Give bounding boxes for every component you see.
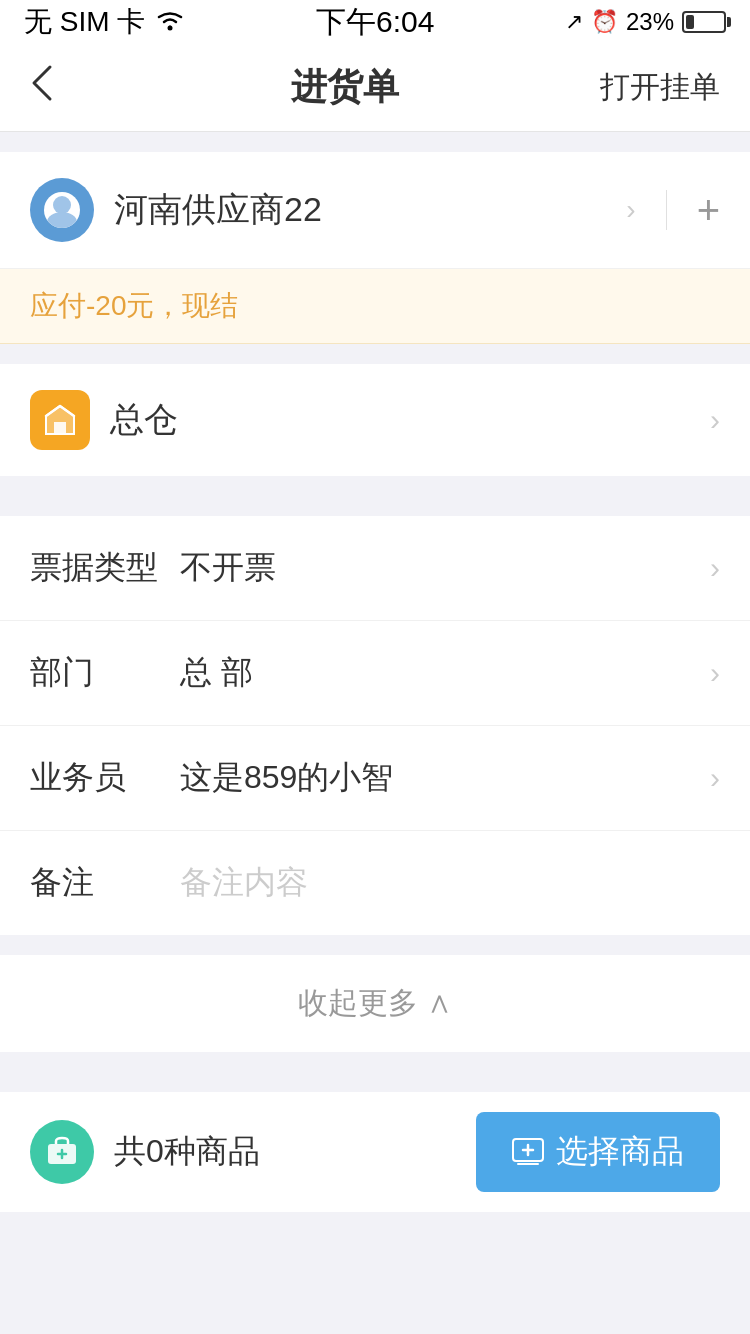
salesperson-label: 业务员 bbox=[30, 756, 160, 800]
department-row[interactable]: 部门 总 部 › bbox=[0, 621, 750, 726]
department-value: 总 部 bbox=[160, 651, 710, 695]
section-gap-2 bbox=[0, 344, 750, 364]
supplier-avatar bbox=[30, 178, 94, 242]
status-right: ↗ ⏰ 23% bbox=[565, 8, 726, 36]
status-left: 无 SIM 卡 bbox=[24, 3, 185, 41]
salesperson-arrow-icon: › bbox=[710, 761, 720, 795]
section-gap-4 bbox=[0, 1052, 750, 1072]
invoice-type-arrow-icon: › bbox=[710, 551, 720, 585]
notice-row: 应付-20元，现结 bbox=[0, 269, 750, 344]
battery-percent: 23% bbox=[626, 8, 674, 36]
warehouse-icon bbox=[30, 390, 90, 450]
notice-text: 应付-20元，现结 bbox=[30, 290, 238, 321]
product-icon bbox=[30, 1120, 94, 1184]
select-product-label: 选择商品 bbox=[556, 1130, 684, 1174]
form-section: 票据类型 不开票 › 部门 总 部 › 业务员 这是859的小智 › 备注 备注… bbox=[0, 516, 750, 935]
invoice-type-row[interactable]: 票据类型 不开票 › bbox=[0, 516, 750, 621]
carrier-label: 无 SIM 卡 bbox=[24, 3, 145, 41]
alarm-icon: ⏰ bbox=[591, 9, 618, 35]
warehouse-row[interactable]: 总仓 › bbox=[0, 364, 750, 476]
svg-point-0 bbox=[168, 26, 173, 31]
warehouse-section: 总仓 › bbox=[0, 364, 750, 476]
supplier-divider bbox=[666, 190, 667, 230]
location-icon: ↗ bbox=[565, 9, 583, 35]
main-content: 河南供应商22 › + 应付-20元，现结 总仓 › bbox=[0, 132, 750, 1334]
remark-row[interactable]: 备注 备注内容 bbox=[0, 831, 750, 935]
open-pending-button[interactable]: 打开挂单 bbox=[600, 67, 720, 108]
department-arrow-icon: › bbox=[710, 656, 720, 690]
battery-icon bbox=[682, 11, 726, 33]
page-title: 进货单 bbox=[291, 63, 399, 112]
warehouse-arrow-icon: › bbox=[710, 403, 720, 437]
svg-rect-1 bbox=[54, 422, 66, 434]
wifi-icon bbox=[155, 6, 185, 38]
invoice-type-label: 票据类型 bbox=[30, 546, 160, 590]
status-bar: 无 SIM 卡 下午6:04 ↗ ⏰ 23% bbox=[0, 0, 750, 44]
salesperson-row[interactable]: 业务员 这是859的小智 › bbox=[0, 726, 750, 831]
back-button[interactable] bbox=[30, 63, 90, 112]
section-gap-3 bbox=[0, 476, 750, 496]
department-label: 部门 bbox=[30, 651, 160, 695]
add-supplier-button[interactable]: + bbox=[697, 188, 720, 233]
salesperson-value: 这是859的小智 bbox=[160, 756, 710, 800]
nav-bar: 进货单 打开挂单 bbox=[0, 44, 750, 132]
supplier-section: 河南供应商22 › + 应付-20元，现结 bbox=[0, 152, 750, 344]
select-product-button[interactable]: 选择商品 bbox=[476, 1112, 720, 1192]
collapse-row[interactable]: 收起更多 ∧ bbox=[0, 955, 750, 1052]
collapse-label: 收起更多 ∧ bbox=[298, 983, 451, 1024]
remark-input[interactable]: 备注内容 bbox=[160, 861, 720, 905]
remark-label: 备注 bbox=[30, 861, 160, 905]
section-gap-1 bbox=[0, 132, 750, 152]
supplier-name: 河南供应商22 bbox=[114, 187, 626, 233]
warehouse-name: 总仓 bbox=[110, 397, 710, 443]
product-count: 共0种商品 bbox=[114, 1130, 476, 1174]
supplier-row[interactable]: 河南供应商22 › + bbox=[0, 152, 750, 269]
invoice-type-value: 不开票 bbox=[160, 546, 710, 590]
supplier-arrow-icon: › bbox=[626, 194, 635, 226]
status-time: 下午6:04 bbox=[316, 2, 434, 43]
avatar-person-icon bbox=[44, 192, 80, 228]
bottom-bar: 共0种商品 选择商品 bbox=[0, 1092, 750, 1212]
